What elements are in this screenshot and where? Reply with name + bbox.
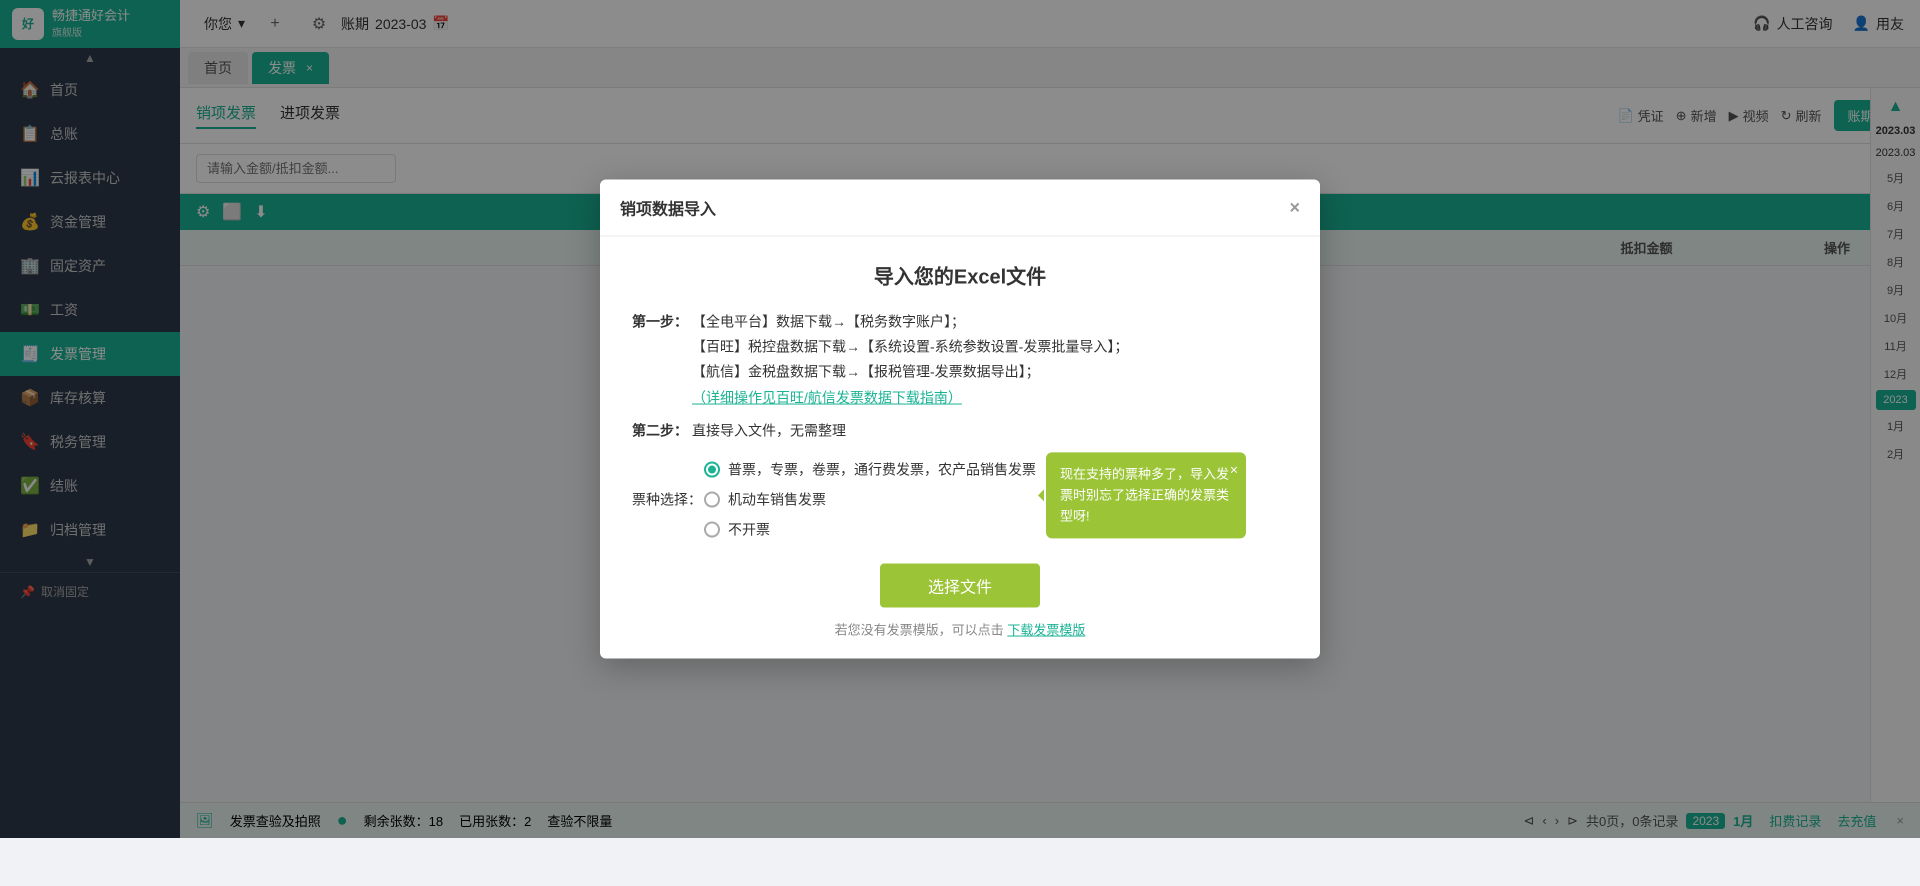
step1-guide-link[interactable]: （详细操作见百旺/航信发票数据下载指南） (692, 385, 1288, 410)
radio-common-circle (704, 461, 720, 477)
step1-line2: 【百旺】税控盘数据下载→【系统设置-系统参数设置-发票批量导入】； (692, 335, 1288, 360)
tooltip-bubble: × 现在支持的票种多了，导入发票时别忘了选择正确的发票类型呀! (1046, 452, 1246, 538)
select-file-button[interactable]: 选择文件 (880, 563, 1040, 607)
step1-line1: 【全电平台】数据下载→【税务数字账户】； (692, 310, 1288, 335)
tooltip-text: 现在支持的票种多了，导入发票时别忘了选择正确的发票类型呀! (1060, 466, 1229, 523)
modal-import-title: 导入您的Excel文件 (632, 261, 1288, 290)
import-modal: 销项数据导入 × 导入您的Excel文件 第一步： 【全电平台】数据下载→【税务… (600, 180, 1320, 659)
modal-header: 销项数据导入 × (600, 180, 1320, 237)
step1-label: 第一步： (632, 310, 692, 411)
modal-footer: 若您没有发票模版，可以点击 下载发票模版 (632, 619, 1288, 638)
radio-noticket-circle (704, 521, 720, 537)
download-template-link[interactable]: 下载发票模版 (1007, 622, 1085, 637)
radio-options: 普票，专票，卷票，通行费发票，农产品销售发票 机动车销售发票 不开票 × (704, 459, 1036, 539)
modal-body: 导入您的Excel文件 第一步： 【全电平台】数据下载→【税务数字账户】； 【百… (600, 237, 1320, 659)
step2-label: 第二步： (632, 418, 692, 443)
footer-text: 若您没有发票模版，可以点击 (835, 622, 1004, 637)
radio-motor[interactable]: 机动车销售发票 (704, 489, 1036, 509)
step1-line3: 【航信】金税盘数据下载→【报税管理-发票数据导出】； (692, 360, 1288, 385)
modal-title: 销项数据导入 (620, 196, 716, 220)
modal-close-button[interactable]: × (1289, 197, 1300, 218)
ticket-label: 票种选择： (632, 489, 704, 509)
radio-common-label: 普票，专票，卷票，通行费发票，农产品销售发票 (728, 459, 1036, 479)
radio-noticket-label: 不开票 (728, 519, 770, 539)
radio-motor-label: 机动车销售发票 (728, 489, 826, 509)
step2-content: 直接导入文件，无需整理 (692, 418, 1288, 443)
radio-motor-circle (704, 491, 720, 507)
step1-row: 第一步： 【全电平台】数据下载→【税务数字账户】； 【百旺】税控盘数据下载→【系… (632, 310, 1288, 411)
radio-common-dot (708, 465, 716, 473)
radio-noticket[interactable]: 不开票 (704, 519, 1036, 539)
tooltip-close-button[interactable]: × (1230, 458, 1238, 480)
step2-row: 第二步： 直接导入文件，无需整理 (632, 418, 1288, 443)
ticket-select-row: 票种选择： 普票，专票，卷票，通行费发票，农产品销售发票 机动车销售发票 (632, 459, 1288, 539)
step1-content: 【全电平台】数据下载→【税务数字账户】； 【百旺】税控盘数据下载→【系统设置-系… (692, 310, 1288, 411)
radio-common[interactable]: 普票，专票，卷票，通行费发票，农产品销售发票 (704, 459, 1036, 479)
